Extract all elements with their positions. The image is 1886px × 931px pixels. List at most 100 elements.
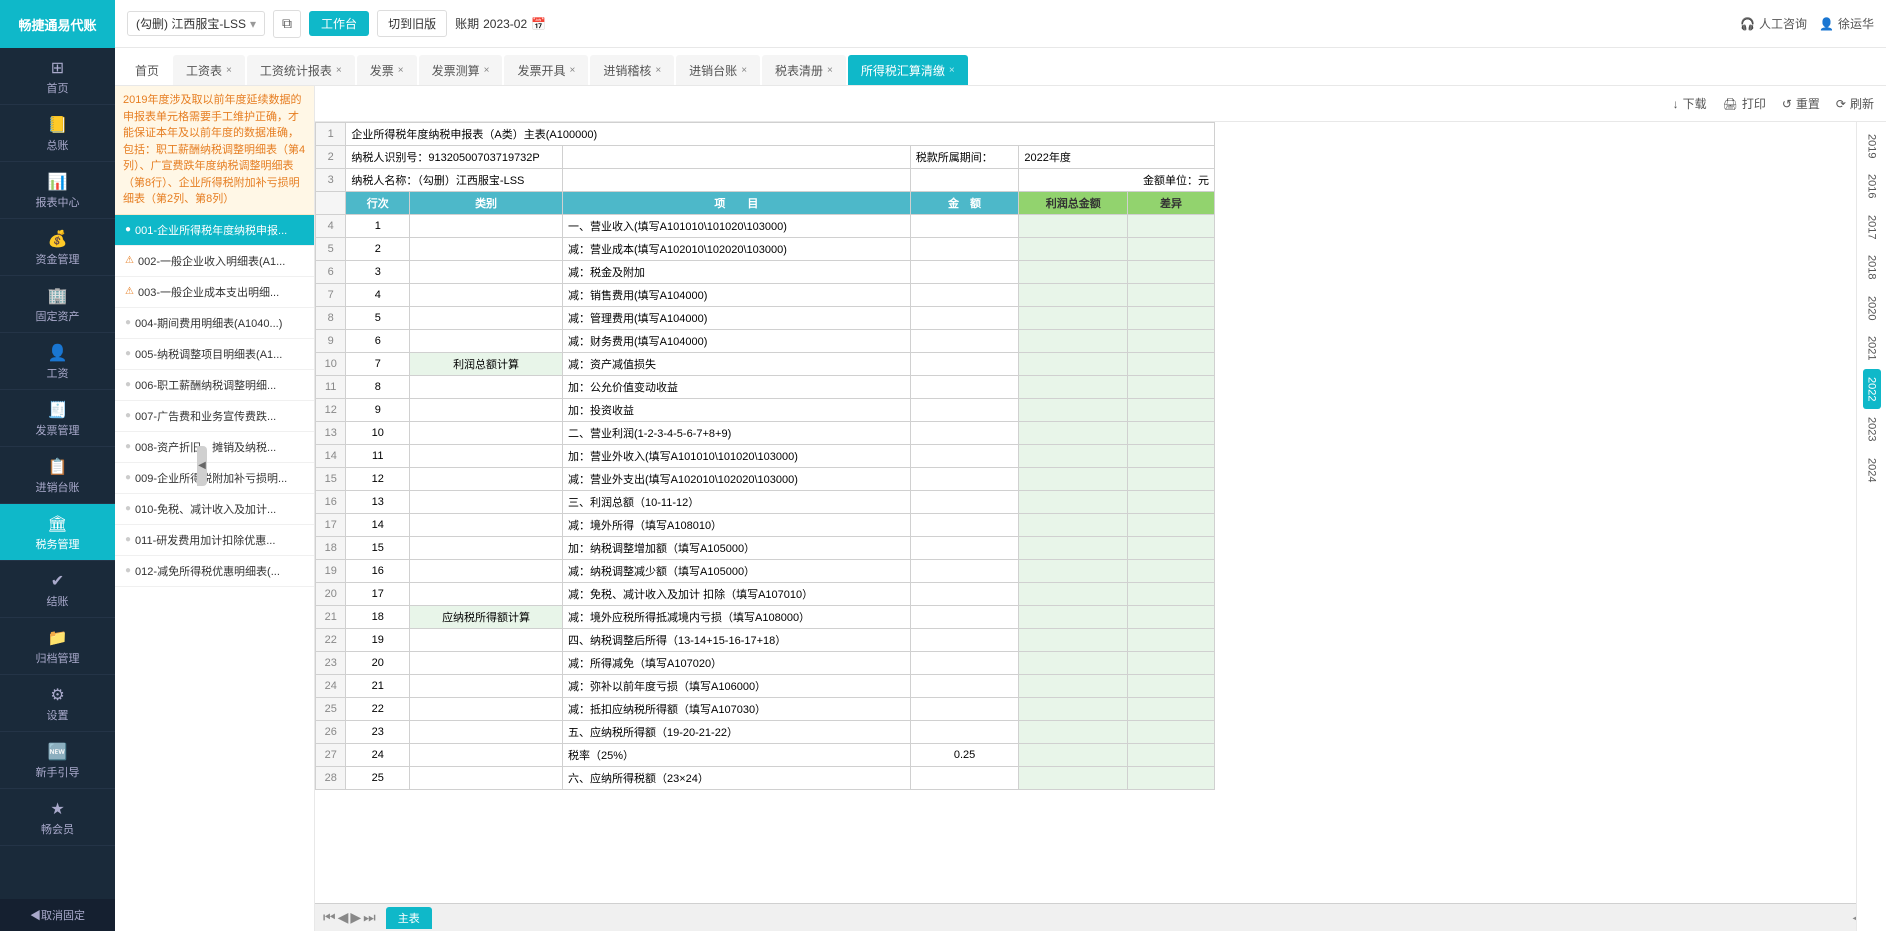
tab-6[interactable]: 进销稽核× xyxy=(590,55,674,85)
row-num: 11 xyxy=(316,376,346,399)
year-item-2019[interactable]: 2019 xyxy=(1863,126,1881,166)
amount-cell[interactable] xyxy=(910,284,1019,307)
report-item-006[interactable]: ●006-职工薪酬纳税调整明细... xyxy=(115,370,314,401)
tab-close-6[interactable]: × xyxy=(655,65,661,76)
sidebar-item-结账[interactable]: ✔结账 xyxy=(0,561,115,618)
report-item-009[interactable]: ●009-企业所得税附加补亏损明... xyxy=(115,463,314,494)
sidebar-item-首页[interactable]: ⊞首页 xyxy=(0,48,115,105)
amount-cell[interactable] xyxy=(910,491,1019,514)
sidebar-item-新手引导[interactable]: 🆕新手引导 xyxy=(0,732,115,789)
amount-cell[interactable] xyxy=(910,399,1019,422)
amount-cell[interactable] xyxy=(910,652,1019,675)
sidebar-item-发票管理[interactable]: 🧾发票管理 xyxy=(0,390,115,447)
report-item-001[interactable]: ●001-企业所得税年度纳税申报... xyxy=(115,215,314,246)
amount-cell[interactable]: 0.25 xyxy=(910,744,1019,767)
download-button[interactable]: ↓ 下载 xyxy=(1673,95,1707,112)
report-item-010[interactable]: ●010-免税、减计收入及加计... xyxy=(115,494,314,525)
amount-cell[interactable] xyxy=(910,675,1019,698)
profit-cell xyxy=(1019,353,1128,376)
user-profile-btn[interactable]: 👤 徐运华 xyxy=(1819,15,1874,32)
year-item-2017[interactable]: 2017 xyxy=(1863,207,1881,247)
year-item-2020[interactable]: 2020 xyxy=(1863,288,1881,328)
report-item-003[interactable]: ⚠003-一般企业成本支出明细... xyxy=(115,277,314,308)
tab-2[interactable]: 工资统计报表× xyxy=(247,55,355,85)
tab-0[interactable]: 首页 xyxy=(123,56,171,85)
year-item-2018[interactable]: 2018 xyxy=(1863,247,1881,287)
company-selector[interactable]: (勾删) 江西服宝-LSS ▾ xyxy=(127,11,265,36)
workbench-button[interactable]: 工作台 xyxy=(309,11,369,36)
sidebar-item-归档管理[interactable]: 📁归档管理 xyxy=(0,618,115,675)
reset-button[interactable]: ↺ 重置 xyxy=(1782,95,1820,112)
sidebar-item-工资[interactable]: 👤工资 xyxy=(0,333,115,390)
tab-close-8[interactable]: × xyxy=(827,65,833,76)
tab-close-4[interactable]: × xyxy=(484,65,490,76)
copy-icon[interactable]: ⧉ xyxy=(273,10,301,38)
tab-close-2[interactable]: × xyxy=(336,65,342,76)
sidebar-unpin-btn[interactable]: ◀取消固定 xyxy=(0,899,115,931)
sidebar-item-设置[interactable]: ⚙设置 xyxy=(0,675,115,732)
refresh-button[interactable]: ⟳ 刷新 xyxy=(1836,95,1874,112)
sheet-first-icon[interactable]: ⏮ xyxy=(323,909,336,926)
report-item-005[interactable]: ●005-纳税调整项目明细表(A1... xyxy=(115,339,314,370)
amount-cell[interactable] xyxy=(910,215,1019,238)
tab-close-1[interactable]: × xyxy=(226,65,232,76)
print-button[interactable]: 🖨 打印 xyxy=(1723,95,1766,112)
tab-close-9[interactable]: × xyxy=(949,65,955,76)
tab-8[interactable]: 税表清册× xyxy=(762,55,846,85)
amount-cell[interactable] xyxy=(910,514,1019,537)
year-item-2023[interactable]: 2023 xyxy=(1863,409,1881,449)
amount-cell[interactable] xyxy=(910,445,1019,468)
year-item-2021[interactable]: 2021 xyxy=(1863,328,1881,368)
amount-cell[interactable] xyxy=(910,261,1019,284)
amount-cell[interactable] xyxy=(910,583,1019,606)
sidebar-item-畅会员[interactable]: ★畅会员 xyxy=(0,789,115,846)
report-item-002[interactable]: ⚠002-一般企业收入明细表(A1... xyxy=(115,246,314,277)
tab-5[interactable]: 发票开具× xyxy=(504,55,588,85)
amount-cell[interactable] xyxy=(910,629,1019,652)
tab-1[interactable]: 工资表× xyxy=(173,55,245,85)
sidebar-item-总账[interactable]: 📒总账 xyxy=(0,105,115,162)
sheet-next-icon[interactable]: ▶ xyxy=(350,909,361,926)
sidebar-item-报表中心[interactable]: 📊报表中心 xyxy=(0,162,115,219)
tab-3[interactable]: 发票× xyxy=(357,55,417,85)
sheet-last-icon[interactable]: ⏭ xyxy=(363,909,376,926)
year-item-2024[interactable]: 2024 xyxy=(1863,450,1881,490)
user-service-btn[interactable]: 🎧 人工咨询 xyxy=(1740,15,1807,32)
tab-close-3[interactable]: × xyxy=(398,65,404,76)
report-item-012[interactable]: ●012-减免所得税优惠明细表(... xyxy=(115,556,314,587)
sheet-prev-icon[interactable]: ◀ xyxy=(338,909,349,926)
amount-cell[interactable] xyxy=(910,376,1019,399)
amount-cell[interactable] xyxy=(910,560,1019,583)
amount-cell[interactable] xyxy=(910,330,1019,353)
calendar-icon[interactable]: 📅 xyxy=(531,17,546,31)
amount-cell[interactable] xyxy=(910,307,1019,330)
sheet-area[interactable]: 1企业所得税年度纳税申报表（A类）主表(A100000)2 纳税人识别号：913… xyxy=(315,122,1856,903)
switch-version-button[interactable]: 切到旧版 xyxy=(377,10,447,37)
sidebar-item-资金管理[interactable]: 💰资金管理 xyxy=(0,219,115,276)
tab-close-5[interactable]: × xyxy=(569,65,575,76)
report-item-011[interactable]: ●011-研发费用加计扣除优惠... xyxy=(115,525,314,556)
year-item-2016[interactable]: 2016 xyxy=(1863,166,1881,206)
amount-cell[interactable] xyxy=(910,606,1019,629)
sidebar-item-税务管理[interactable]: 🏛税务管理 xyxy=(0,504,115,561)
sidebar-item-进销台账[interactable]: 📋进销台账 xyxy=(0,447,115,504)
tab-7[interactable]: 进销台账× xyxy=(676,55,760,85)
sheet-tab-main[interactable]: 主表 xyxy=(386,907,432,929)
amount-cell[interactable] xyxy=(910,422,1019,445)
amount-cell[interactable] xyxy=(910,238,1019,261)
collapse-handle[interactable]: ◀ xyxy=(197,446,207,486)
tab-4[interactable]: 发票测算× xyxy=(419,55,503,85)
report-item-007[interactable]: ●007-广告费和业务宣传费跌... xyxy=(115,401,314,432)
amount-cell[interactable] xyxy=(910,468,1019,491)
tab-9[interactable]: 所得税汇算清缴× xyxy=(848,55,968,85)
amount-cell[interactable] xyxy=(910,353,1019,376)
amount-cell[interactable] xyxy=(910,698,1019,721)
tab-close-7[interactable]: × xyxy=(741,65,747,76)
report-item-008[interactable]: ●008-资产折旧、摊销及纳税... xyxy=(115,432,314,463)
amount-cell[interactable] xyxy=(910,721,1019,744)
amount-cell[interactable] xyxy=(910,537,1019,560)
sidebar-item-固定资产[interactable]: 🏢固定资产 xyxy=(0,276,115,333)
report-item-004[interactable]: ●004-期间费用明细表(A1040...) xyxy=(115,308,314,339)
year-item-2022[interactable]: 2022 xyxy=(1863,369,1881,409)
amount-cell[interactable] xyxy=(910,767,1019,790)
